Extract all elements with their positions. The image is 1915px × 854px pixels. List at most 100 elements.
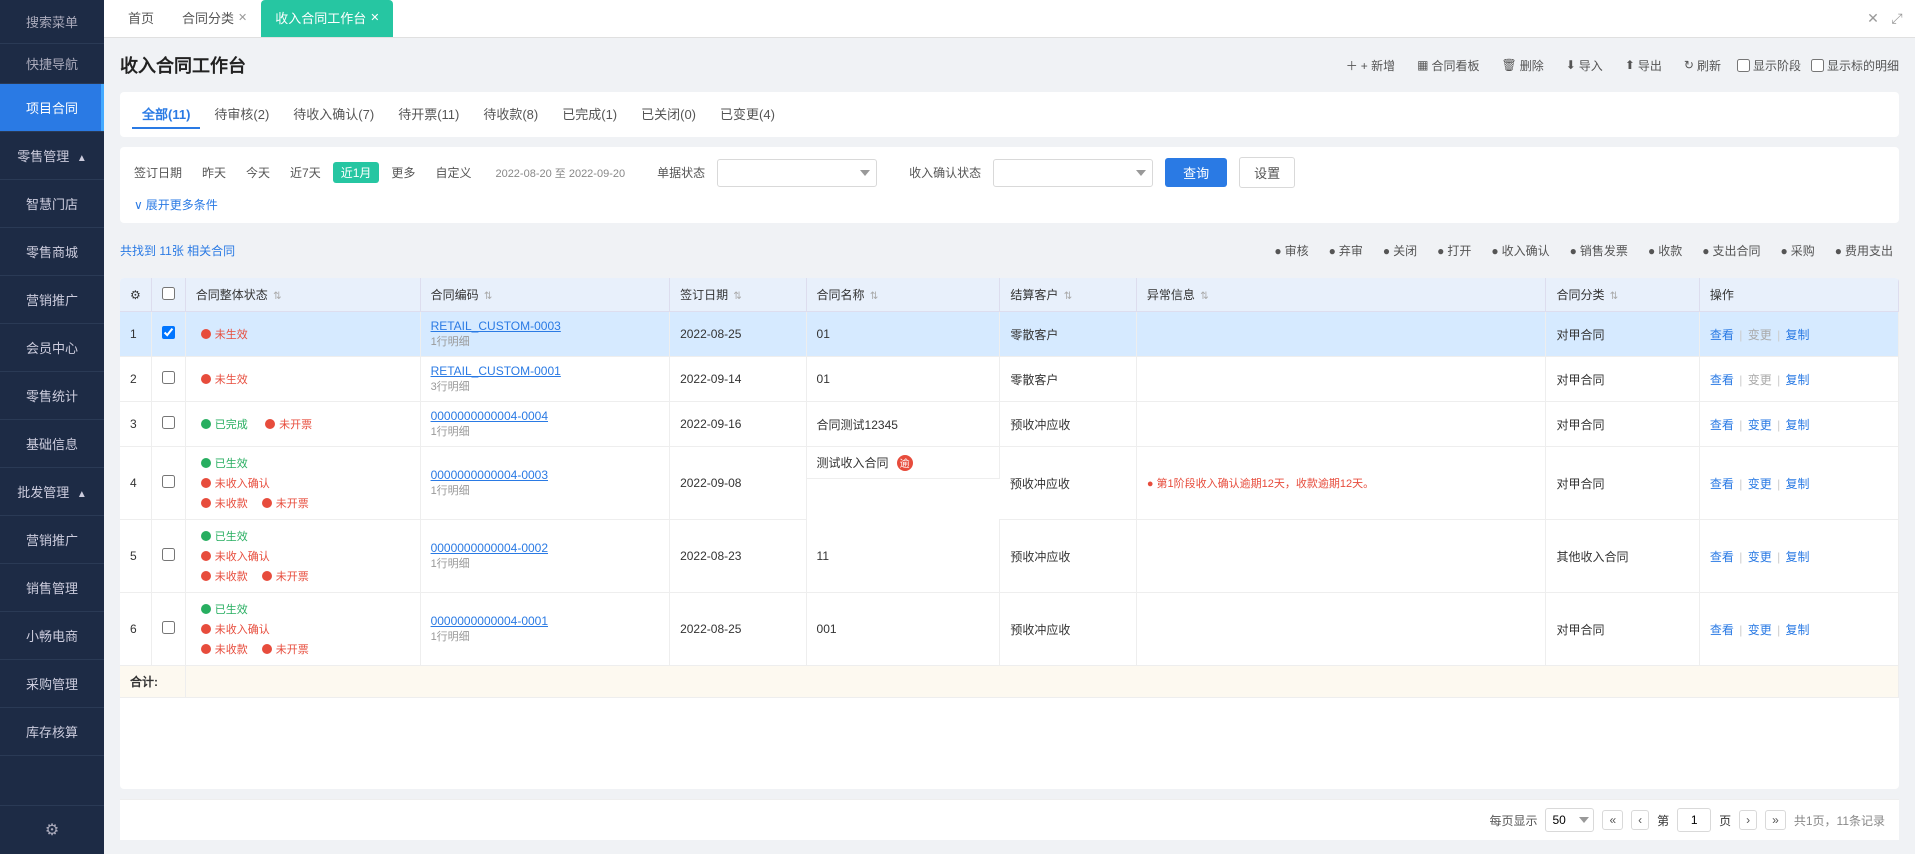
receive-action-btn[interactable]: ● 收款 xyxy=(1642,239,1688,262)
sidebar-item-xiaochangec[interactable]: 小畅电商 xyxy=(0,612,104,660)
contract-code-link[interactable]: RETAIL_CUSTOM-0001 xyxy=(431,364,561,378)
date-btn-1month[interactable]: 近1月 xyxy=(333,162,380,183)
sidebar-item-retail[interactable]: 零售管理 ▲ xyxy=(0,132,104,180)
select-all-checkbox[interactable] xyxy=(162,287,175,300)
col-exception-header[interactable]: 异常信息 ⇅ xyxy=(1136,278,1546,312)
sales-invoice-action-btn[interactable]: ● 销售发票 xyxy=(1564,239,1634,262)
tab-income-contract[interactable]: 收入合同工作台 ✕ xyxy=(261,0,393,37)
op-view[interactable]: 查看 xyxy=(1710,328,1734,342)
op-change[interactable]: 变更 xyxy=(1748,477,1772,491)
col-checkbox-header[interactable] xyxy=(151,278,185,312)
contract-board-button[interactable]: ▦ 合同看板 xyxy=(1411,54,1485,77)
last-page-btn[interactable]: » xyxy=(1765,810,1786,830)
date-btn-yesterday[interactable]: 昨天 xyxy=(194,162,234,183)
row-checkbox[interactable] xyxy=(151,447,185,520)
abandon-action-btn[interactable]: ● 弃审 xyxy=(1323,239,1369,262)
close-action-btn[interactable]: ● 关闭 xyxy=(1377,239,1423,262)
sidebar-item-sales-mgmt[interactable]: 销售管理 xyxy=(0,564,104,612)
filter-tab-all[interactable]: 全部(11) xyxy=(132,100,200,129)
review-action-btn[interactable]: ● 审核 xyxy=(1268,239,1314,262)
doc-status-select[interactable] xyxy=(717,159,877,187)
op-change[interactable]: 变更 xyxy=(1748,623,1772,637)
prev-page-btn[interactable]: ‹ xyxy=(1631,810,1649,830)
window-close-btn[interactable]: ✕ xyxy=(1865,11,1881,27)
output-contract-action-btn[interactable]: ● 支出合同 xyxy=(1696,239,1766,262)
next-page-btn[interactable]: › xyxy=(1739,810,1757,830)
sidebar-item-smart-store[interactable]: 智慧门店 xyxy=(0,180,104,228)
income-confirm-action-btn[interactable]: ● 收入确认 xyxy=(1485,239,1555,262)
settings-icon[interactable]: ⚙ xyxy=(0,805,104,854)
contract-code-link[interactable]: 0000000000004-0001 xyxy=(431,614,548,628)
new-button[interactable]: ＋ + 新增 xyxy=(1340,54,1401,77)
gear-icon[interactable]: ⚙ xyxy=(130,288,141,302)
op-change[interactable]: 变更 xyxy=(1748,550,1772,564)
sidebar-item-base-info[interactable]: 基础信息 xyxy=(0,420,104,468)
sort-icon[interactable]: ⇅ xyxy=(1610,291,1618,302)
show-details-checkbox[interactable]: 显示标的明细 xyxy=(1811,57,1899,74)
import-button[interactable]: ⬇ 导入 xyxy=(1560,54,1609,77)
date-btn-more[interactable]: 更多 xyxy=(383,162,423,183)
page-number-input[interactable] xyxy=(1677,808,1711,832)
income-confirm-select[interactable] xyxy=(993,159,1153,187)
first-page-btn[interactable]: « xyxy=(1602,810,1623,830)
export-button[interactable]: ⬆ 导出 xyxy=(1619,54,1668,77)
col-date-header[interactable]: 签订日期 ⇅ xyxy=(670,278,806,312)
filter-tab-closed[interactable]: 已关闭(0) xyxy=(631,100,706,129)
op-copy[interactable]: 复制 xyxy=(1786,418,1810,432)
row-checkbox[interactable] xyxy=(151,593,185,666)
expense-output-action-btn[interactable]: ● 费用支出 xyxy=(1829,239,1899,262)
sidebar-item-retail-stat[interactable]: 零售统计 xyxy=(0,372,104,420)
tab-home[interactable]: 首页 xyxy=(114,0,168,37)
row-checkbox[interactable] xyxy=(151,520,185,593)
settings-button[interactable]: 设置 xyxy=(1239,157,1295,188)
sidebar-search[interactable]: 搜索菜单 xyxy=(0,0,104,44)
col-settings[interactable]: ⚙ xyxy=(120,278,151,312)
op-view[interactable]: 查看 xyxy=(1710,477,1734,491)
filter-tab-pending-review[interactable]: 待审核(2) xyxy=(204,100,279,129)
col-code-header[interactable]: 合同编码 ⇅ xyxy=(420,278,670,312)
sidebar-item-wholesale[interactable]: 批发管理 ▲ xyxy=(0,468,104,516)
op-change[interactable]: 变更 xyxy=(1748,418,1772,432)
sidebar-item-inventory[interactable]: 库存核算 xyxy=(0,708,104,756)
col-name-header[interactable]: 合同名称 ⇅ xyxy=(806,278,1000,312)
sidebar-quick-nav[interactable]: 快捷导航 xyxy=(0,44,104,84)
tab-contract-cat[interactable]: 合同分类 ✕ xyxy=(168,0,261,37)
op-copy[interactable]: 复制 xyxy=(1786,373,1810,387)
close-tab-income-contract[interactable]: ✕ xyxy=(370,11,379,24)
col-customer-header[interactable]: 结算客户 ⇅ xyxy=(1000,278,1136,312)
contract-code-link[interactable]: 0000000000004-0004 xyxy=(431,409,548,423)
op-copy[interactable]: 复制 xyxy=(1786,328,1810,342)
filter-tab-pending-payment[interactable]: 待收款(8) xyxy=(473,100,548,129)
refresh-button[interactable]: ↻ 刷新 xyxy=(1678,54,1727,77)
op-copy[interactable]: 复制 xyxy=(1786,623,1810,637)
close-tab-contract-cat[interactable]: ✕ xyxy=(238,11,247,24)
sort-icon[interactable]: ⇅ xyxy=(273,291,281,302)
filter-tab-changed[interactable]: 已变更(4) xyxy=(710,100,785,129)
filter-tab-completed[interactable]: 已完成(1) xyxy=(552,100,627,129)
row-checkbox[interactable] xyxy=(151,402,185,447)
delete-button[interactable]: 🗑 删除 xyxy=(1495,54,1549,77)
op-view[interactable]: 查看 xyxy=(1710,418,1734,432)
sidebar-item-marketing2[interactable]: 营销推广 xyxy=(0,516,104,564)
date-btn-7days[interactable]: 近7天 xyxy=(282,162,329,183)
print-action-btn[interactable]: ● 打开 xyxy=(1431,239,1477,262)
sidebar-item-marketing[interactable]: 营销推广 xyxy=(0,276,104,324)
sidebar-item-purchase[interactable]: 采购管理 xyxy=(0,660,104,708)
filter-tab-pending-confirm[interactable]: 待收入确认(7) xyxy=(283,100,384,129)
contract-code-link[interactable]: 0000000000004-0003 xyxy=(431,468,548,482)
filter-tab-pending-invoice[interactable]: 待开票(11) xyxy=(388,100,469,129)
sort-icon[interactable]: ⇅ xyxy=(1064,291,1072,302)
sort-icon[interactable]: ⇅ xyxy=(484,291,492,302)
op-copy[interactable]: 复制 xyxy=(1786,550,1810,564)
col-category-header[interactable]: 合同分类 ⇅ xyxy=(1546,278,1699,312)
sort-icon[interactable]: ⇅ xyxy=(870,291,878,302)
sort-icon[interactable]: ⇅ xyxy=(1200,291,1208,302)
contract-code-link[interactable]: RETAIL_CUSTOM-0003 xyxy=(431,319,561,333)
show-stages-checkbox[interactable]: 显示阶段 xyxy=(1737,57,1801,74)
query-button[interactable]: 查询 xyxy=(1165,158,1227,187)
op-view[interactable]: 查看 xyxy=(1710,373,1734,387)
contract-code-link[interactable]: 0000000000004-0002 xyxy=(431,541,548,555)
col-status-header[interactable]: 合同整体状态 ⇅ xyxy=(185,278,420,312)
sidebar-item-retail-mall[interactable]: 零售商城 xyxy=(0,228,104,276)
window-maximize-btn[interactable]: ⤢ xyxy=(1889,11,1905,27)
